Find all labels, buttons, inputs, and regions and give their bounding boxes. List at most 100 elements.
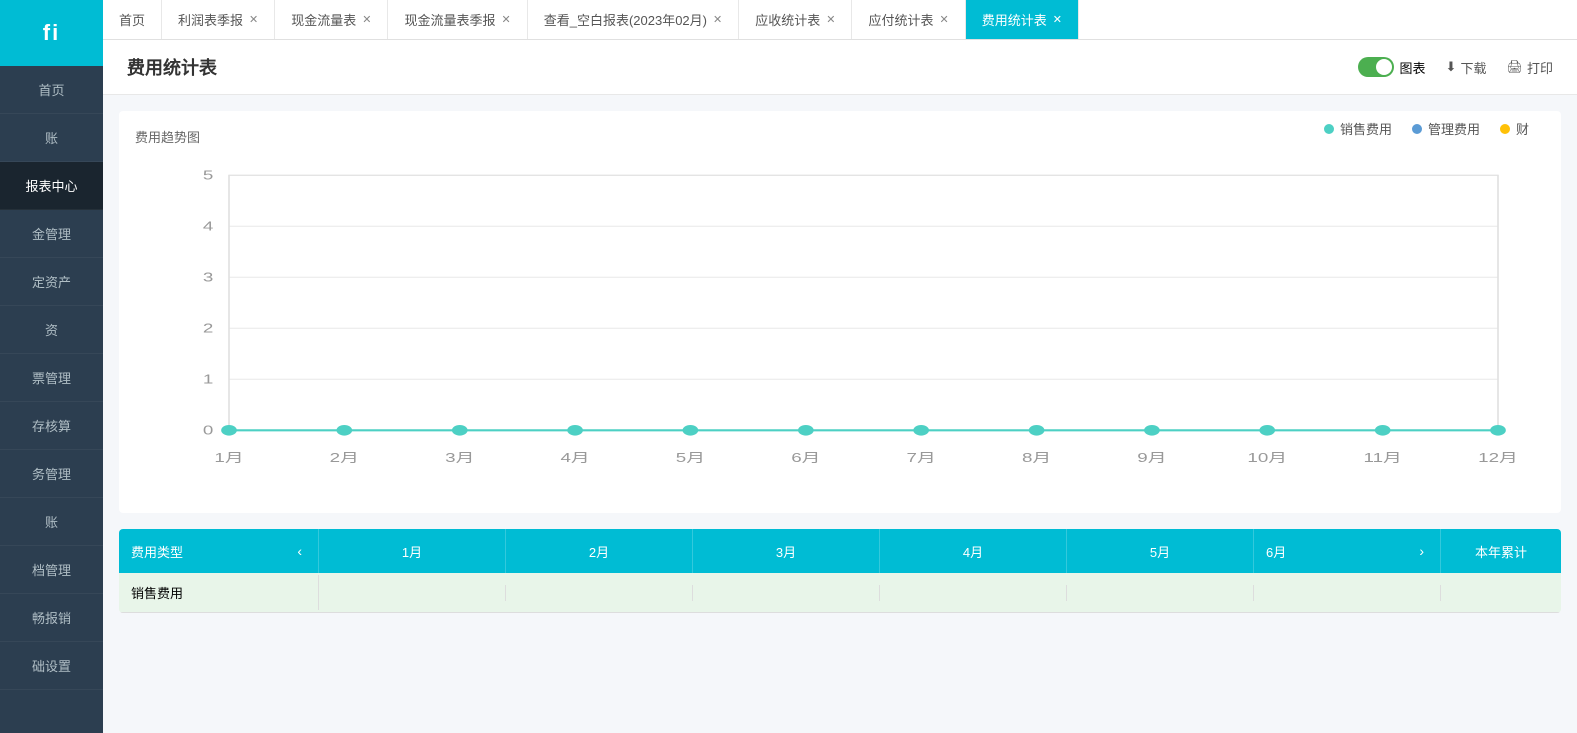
svg-text:11月: 11月 bbox=[1364, 451, 1402, 465]
nav-next-arrow[interactable]: › bbox=[1415, 543, 1428, 559]
th-cumulative: 本年累计 bbox=[1441, 529, 1561, 573]
sidebar-item-archive-mgmt[interactable]: 档管理 bbox=[0, 546, 103, 594]
tab-payable-stat[interactable]: 应付统计表 ✕ bbox=[852, 0, 965, 40]
chart-toggle[interactable] bbox=[1358, 57, 1394, 77]
td-val-4 bbox=[880, 585, 1067, 601]
tab-home[interactable]: 首页 bbox=[103, 0, 162, 40]
legend-sales: 销售费用 bbox=[1324, 119, 1392, 138]
chart-legend: 销售费用 管理费用 财 bbox=[1324, 119, 1529, 138]
th-month-5: 5月 bbox=[1067, 529, 1254, 573]
tab-receivable[interactable]: 应收统计表 ✕ bbox=[739, 0, 852, 40]
td-type: 销售费用 bbox=[119, 575, 319, 610]
data-point-12 bbox=[1490, 425, 1506, 436]
table-row: 销售费用 bbox=[119, 573, 1561, 613]
tab-expense-stat[interactable]: 费用统计表 ✕ bbox=[966, 0, 1079, 40]
legend-label-finance: 财 bbox=[1516, 119, 1529, 138]
download-icon: ⬇ bbox=[1446, 59, 1457, 75]
page-content: 费用统计表 图表 ⬇ 下载 🖨 打印 费用趋势图 bbox=[103, 40, 1577, 733]
svg-text:8月: 8月 bbox=[1022, 451, 1051, 465]
th-month-2: 2月 bbox=[506, 529, 693, 573]
svg-text:3: 3 bbox=[203, 270, 214, 284]
print-icon: 🖨 bbox=[1506, 59, 1523, 75]
data-point-11 bbox=[1375, 425, 1391, 436]
data-point-2 bbox=[336, 425, 352, 436]
svg-text:3月: 3月 bbox=[445, 451, 474, 465]
sidebar-item-fixed-assets[interactable]: 定资产 bbox=[0, 258, 103, 306]
th-month-4: 4月 bbox=[880, 529, 1067, 573]
td-val-1 bbox=[319, 585, 506, 601]
print-button[interactable]: 🖨 打印 bbox=[1506, 58, 1553, 77]
svg-text:2: 2 bbox=[203, 321, 214, 335]
close-blank-report[interactable]: ✕ bbox=[713, 13, 722, 26]
tab-profit-quarterly[interactable]: 利润表季报 ✕ bbox=[162, 0, 275, 40]
svg-text:1: 1 bbox=[203, 372, 214, 386]
data-point-8 bbox=[1029, 425, 1045, 436]
td-cumulative bbox=[1441, 585, 1561, 601]
legend-admin: 管理费用 bbox=[1412, 119, 1480, 138]
header-actions: 图表 ⬇ 下载 🖨 打印 bbox=[1358, 57, 1553, 77]
data-point-1 bbox=[221, 425, 237, 436]
td-val-6 bbox=[1254, 585, 1441, 601]
chart-toggle-label: 图表 bbox=[1400, 58, 1426, 77]
sidebar-item-payable[interactable]: 账 bbox=[0, 498, 103, 546]
svg-text:2月: 2月 bbox=[330, 451, 359, 465]
svg-text:7月: 7月 bbox=[907, 451, 936, 465]
close-payable-stat[interactable]: ✕ bbox=[939, 13, 948, 26]
sidebar-item-home[interactable]: 首页 bbox=[0, 66, 103, 114]
table-header: 费用类型 ‹ 1月 2月 3月 4月 5月 6月 › 本年累计 bbox=[119, 529, 1561, 573]
data-point-6 bbox=[798, 425, 814, 436]
sidebar-item-investment[interactable]: 资 bbox=[0, 306, 103, 354]
sidebar-item-bill-mgmt[interactable]: 票管理 bbox=[0, 354, 103, 402]
close-receivable[interactable]: ✕ bbox=[826, 13, 835, 26]
legend-dot-admin bbox=[1412, 124, 1422, 134]
chart-toggle-group: 图表 bbox=[1358, 57, 1426, 77]
td-val-3 bbox=[693, 585, 880, 601]
th-month-6: 6月 › bbox=[1254, 529, 1441, 573]
svg-text:6月: 6月 bbox=[791, 451, 820, 465]
td-val-2 bbox=[506, 585, 693, 601]
tab-blank-report[interactable]: 查看_空白报表(2023年02月) ✕ bbox=[528, 0, 740, 40]
tab-cashflow-quarterly[interactable]: 现金流量表季报 ✕ bbox=[388, 0, 527, 40]
main-content: 首页 利润表季报 ✕ 现金流量表 ✕ 现金流量表季报 ✕ 查看_空白报表(202… bbox=[103, 0, 1577, 733]
expense-table: 费用类型 ‹ 1月 2月 3月 4月 5月 6月 › 本年累计 销售费用 bbox=[119, 529, 1561, 613]
download-button[interactable]: ⬇ 下载 bbox=[1446, 58, 1487, 77]
data-point-5 bbox=[683, 425, 699, 436]
sidebar-item-service-mgmt[interactable]: 务管理 bbox=[0, 450, 103, 498]
close-cashflow-quarterly[interactable]: ✕ bbox=[502, 13, 511, 26]
svg-text:4: 4 bbox=[203, 219, 214, 233]
svg-text:1月: 1月 bbox=[214, 451, 243, 465]
svg-text:0: 0 bbox=[203, 423, 214, 437]
close-profit-quarterly[interactable]: ✕ bbox=[249, 13, 258, 26]
line-chart: 5 4 3 2 1 0 bbox=[135, 154, 1545, 494]
close-cashflow[interactable]: ✕ bbox=[362, 13, 371, 26]
sidebar-logo: fi bbox=[0, 0, 103, 66]
sidebar-item-fund-mgmt[interactable]: 金管理 bbox=[0, 210, 103, 258]
svg-text:9月: 9月 bbox=[1137, 451, 1166, 465]
data-point-7 bbox=[913, 425, 929, 436]
th-month-3: 3月 bbox=[693, 529, 880, 573]
svg-text:12月: 12月 bbox=[1478, 451, 1518, 465]
svg-text:5月: 5月 bbox=[676, 451, 705, 465]
sidebar-item-clearance[interactable]: 畅报销 bbox=[0, 594, 103, 642]
data-point-4 bbox=[567, 425, 583, 436]
legend-dot-finance bbox=[1500, 124, 1510, 134]
sidebar-item-base-settings[interactable]: 础设置 bbox=[0, 642, 103, 690]
close-expense-stat[interactable]: ✕ bbox=[1053, 13, 1062, 26]
tab-cashflow[interactable]: 现金流量表 ✕ bbox=[275, 0, 388, 40]
svg-text:5: 5 bbox=[203, 168, 214, 182]
sidebar: fi 首页 账 报表中心 金管理 定资产 资 票管理 存核算 务管理 账 档管理… bbox=[0, 0, 103, 733]
svg-text:4月: 4月 bbox=[560, 451, 589, 465]
nav-prev-arrow[interactable]: ‹ bbox=[293, 543, 306, 559]
svg-text:10月: 10月 bbox=[1247, 451, 1287, 465]
legend-label-admin: 管理费用 bbox=[1428, 119, 1480, 138]
legend-finance: 财 bbox=[1500, 119, 1529, 138]
tab-bar: 首页 利润表季报 ✕ 现金流量表 ✕ 现金流量表季报 ✕ 查看_空白报表(202… bbox=[103, 0, 1577, 40]
sidebar-item-ledger[interactable]: 账 bbox=[0, 114, 103, 162]
page-header: 费用统计表 图表 ⬇ 下载 🖨 打印 bbox=[103, 40, 1577, 95]
page-title: 费用统计表 bbox=[127, 54, 217, 80]
data-point-10 bbox=[1259, 425, 1275, 436]
chart-section: 费用趋势图 销售费用 管理费用 财 5 bbox=[119, 111, 1561, 513]
legend-label-sales: 销售费用 bbox=[1340, 119, 1392, 138]
sidebar-item-report-center[interactable]: 报表中心 bbox=[0, 162, 103, 210]
sidebar-item-inventory[interactable]: 存核算 bbox=[0, 402, 103, 450]
